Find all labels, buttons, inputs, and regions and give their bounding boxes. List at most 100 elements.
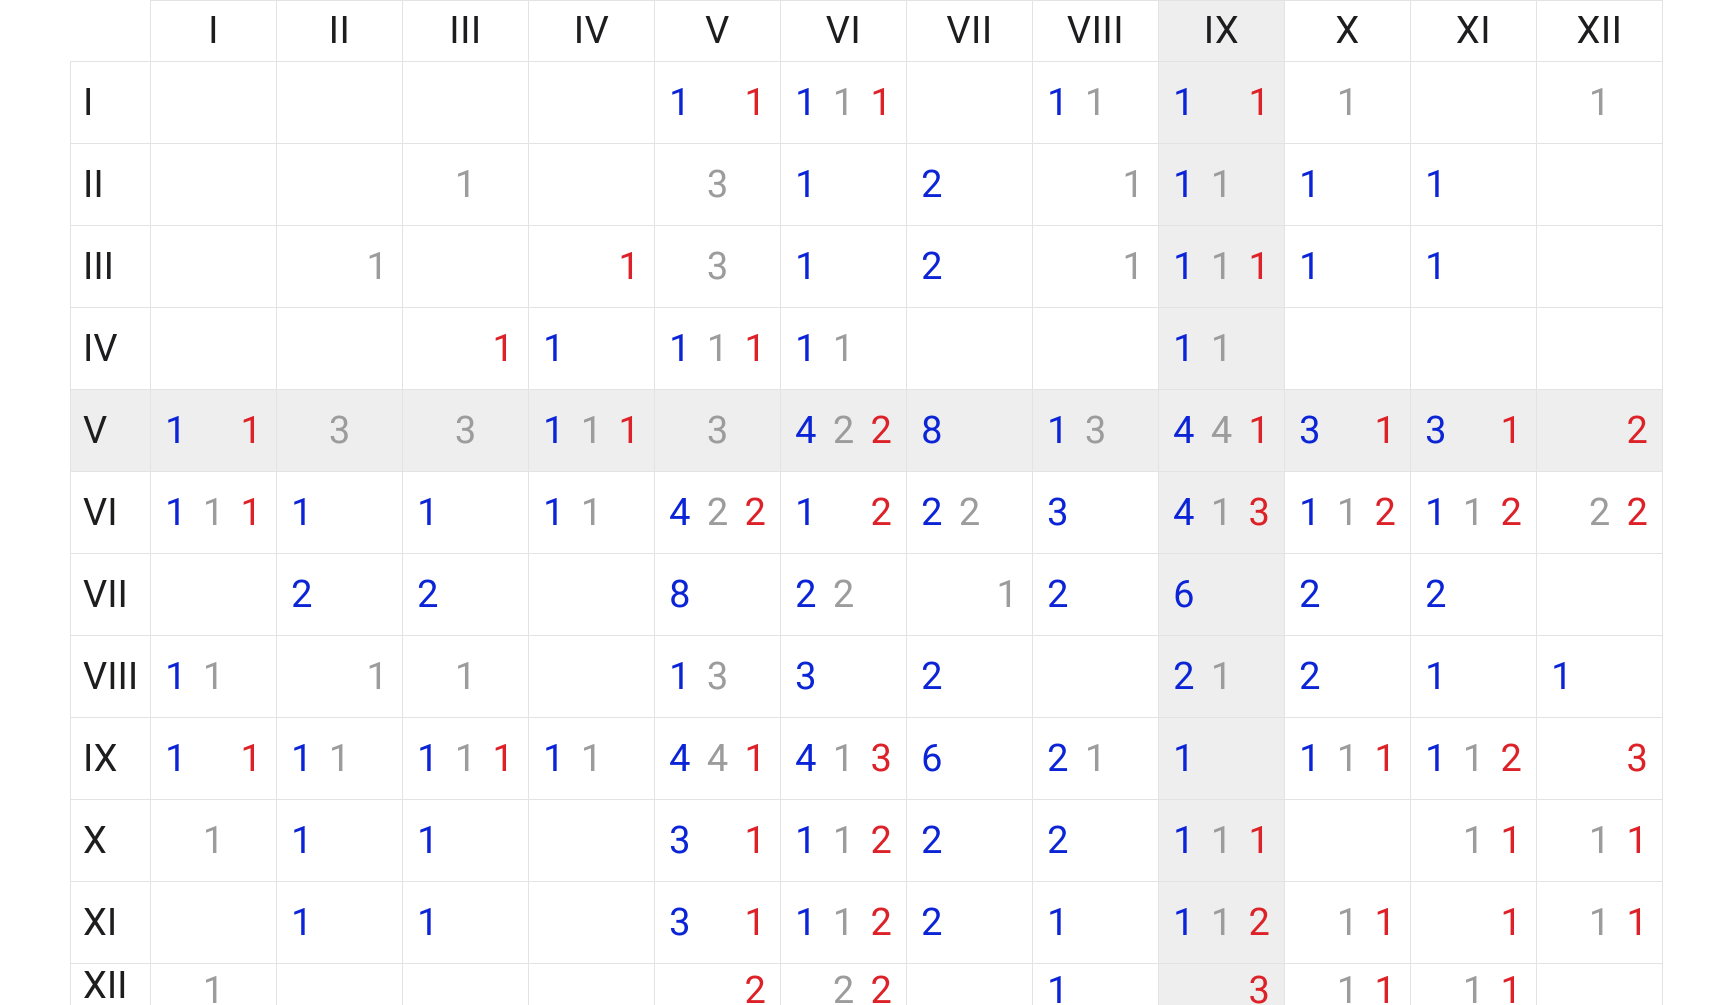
cell-value: 1 bbox=[1366, 904, 1404, 942]
data-cell: 1 bbox=[1285, 226, 1411, 308]
data-cell: 1 bbox=[277, 882, 403, 964]
data-cell: 112 bbox=[1159, 882, 1285, 964]
data-cell: 111 bbox=[1285, 718, 1411, 800]
cell-value: 1 bbox=[1240, 412, 1278, 450]
cell-value: 3 bbox=[1291, 412, 1329, 450]
table-row: VII2282212622 bbox=[71, 554, 1663, 636]
cell-value: 1 bbox=[157, 658, 195, 696]
cell-value: 1 bbox=[1039, 84, 1077, 122]
data-cell: 11 bbox=[1159, 308, 1285, 390]
cell-value: 1 bbox=[1417, 166, 1455, 204]
cell-value: 1 bbox=[321, 740, 359, 778]
data-cell bbox=[1411, 308, 1537, 390]
data-cell: 11 bbox=[1033, 62, 1159, 144]
data-cell bbox=[529, 62, 655, 144]
cell-value: 1 bbox=[1618, 904, 1656, 942]
cell-value: 1 bbox=[447, 740, 485, 778]
data-cell bbox=[151, 308, 277, 390]
cell-value: 1 bbox=[1203, 822, 1241, 860]
table-row: III11312111111 bbox=[71, 226, 1663, 308]
table-row: IV111111111 bbox=[71, 308, 1663, 390]
data-cell bbox=[907, 62, 1033, 144]
data-cell: 2 bbox=[1537, 390, 1663, 472]
cell-value: 1 bbox=[1329, 904, 1367, 942]
data-cell bbox=[151, 62, 277, 144]
data-cell: 111 bbox=[655, 308, 781, 390]
cell-value: 6 bbox=[1165, 576, 1203, 614]
data-cell: 422 bbox=[655, 472, 781, 554]
col-header: XII bbox=[1537, 1, 1663, 62]
data-cell bbox=[529, 144, 655, 226]
cell-value: 2 bbox=[736, 494, 774, 532]
cell-value: 1 bbox=[825, 84, 863, 122]
cell-value: 1 bbox=[535, 740, 573, 778]
cell-value: 1 bbox=[283, 822, 321, 860]
data-cell: 1 bbox=[1411, 226, 1537, 308]
data-cell bbox=[277, 62, 403, 144]
data-cell: 13 bbox=[655, 636, 781, 718]
data-cell: 11 bbox=[1537, 882, 1663, 964]
cell-value: 1 bbox=[409, 494, 447, 532]
data-cell: 11 bbox=[1411, 964, 1537, 1005]
cell-value: 1 bbox=[409, 822, 447, 860]
cell-value: 2 bbox=[825, 972, 863, 1005]
cell-value: 8 bbox=[913, 412, 951, 450]
cell-value: 3 bbox=[321, 412, 359, 450]
data-cell: 2 bbox=[655, 964, 781, 1005]
cell-value: 1 bbox=[1291, 494, 1329, 532]
data-cell: 2 bbox=[1285, 554, 1411, 636]
cell-value: 1 bbox=[535, 330, 573, 368]
cell-value: 4 bbox=[661, 740, 699, 778]
cell-value: 2 bbox=[736, 972, 774, 1005]
cell-value: 1 bbox=[1329, 494, 1367, 532]
cell-value: 1 bbox=[1165, 166, 1203, 204]
cell-value: 1 bbox=[1203, 494, 1241, 532]
data-cell bbox=[1537, 144, 1663, 226]
cell-value: 1 bbox=[1165, 84, 1203, 122]
cell-value: 2 bbox=[862, 494, 900, 532]
cell-value: 1 bbox=[195, 972, 233, 1005]
cell-value: 1 bbox=[1455, 972, 1493, 1005]
data-cell: 3 bbox=[655, 390, 781, 472]
data-cell: 1 bbox=[277, 472, 403, 554]
table-row: VIII1111133221211 bbox=[71, 636, 1663, 718]
cell-value: 1 bbox=[787, 84, 825, 122]
col-header: VI bbox=[781, 1, 907, 62]
cell-value: 3 bbox=[661, 904, 699, 942]
col-header: X bbox=[1285, 1, 1411, 62]
col-header: V bbox=[655, 1, 781, 62]
cell-value: 1 bbox=[283, 904, 321, 942]
data-cell: 1 bbox=[1033, 964, 1159, 1005]
cell-value: 1 bbox=[573, 494, 611, 532]
cell-value: 1 bbox=[1417, 248, 1455, 286]
cell-value: 1 bbox=[736, 330, 774, 368]
cell-value: 2 bbox=[1366, 494, 1404, 532]
cell-value: 1 bbox=[787, 822, 825, 860]
cell-value: 6 bbox=[913, 740, 951, 778]
table-row: VI11111114221222341311211222 bbox=[71, 472, 1663, 554]
data-cell: 3 bbox=[1537, 718, 1663, 800]
cell-value: 1 bbox=[232, 494, 270, 532]
data-cell: 3 bbox=[1033, 472, 1159, 554]
table-row: XII1222131111 bbox=[71, 964, 1663, 1005]
cell-value: 3 bbox=[862, 740, 900, 778]
data-cell: 12 bbox=[781, 472, 907, 554]
cell-value: 1 bbox=[1291, 740, 1329, 778]
cell-value: 4 bbox=[787, 412, 825, 450]
cell-value: 2 bbox=[1618, 412, 1656, 450]
data-cell bbox=[151, 226, 277, 308]
cell-value: 2 bbox=[1618, 494, 1656, 532]
cell-value: 3 bbox=[661, 822, 699, 860]
cell-value: 1 bbox=[1203, 658, 1241, 696]
row-header: VI bbox=[71, 472, 151, 554]
data-cell: 111 bbox=[1159, 800, 1285, 882]
cell-value: 1 bbox=[787, 248, 825, 286]
cell-value: 2 bbox=[862, 412, 900, 450]
data-cell: 112 bbox=[781, 800, 907, 882]
data-cell: 1 bbox=[277, 636, 403, 718]
data-cell: 1 bbox=[1285, 144, 1411, 226]
data-cell: 413 bbox=[781, 718, 907, 800]
data-cell: 111 bbox=[151, 472, 277, 554]
data-cell: 1 bbox=[1411, 882, 1537, 964]
data-cell bbox=[277, 144, 403, 226]
